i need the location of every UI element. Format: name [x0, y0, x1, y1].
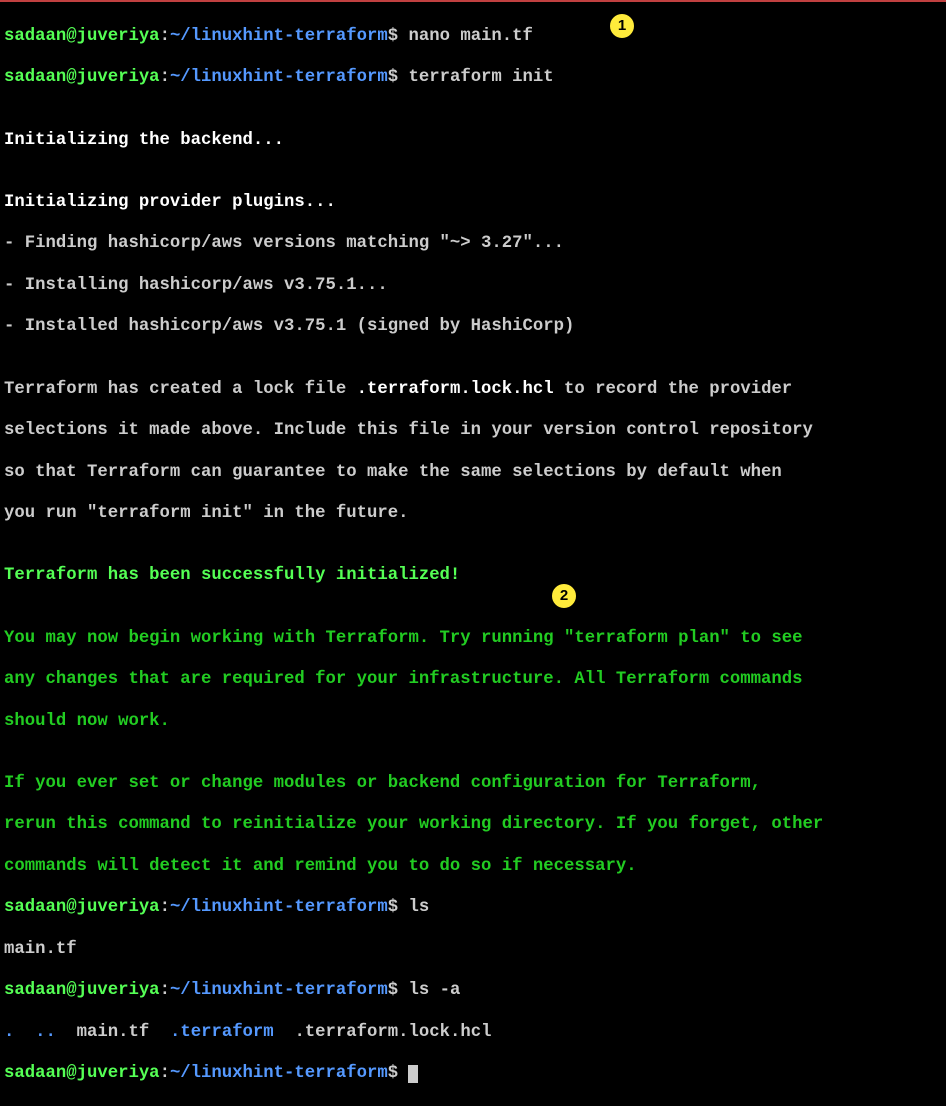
- command-terraform-init: terraform init: [408, 68, 553, 87]
- prompt-user: sadaan@juveriya: [4, 27, 160, 46]
- init-plugins-heading: Initializing provider plugins...: [4, 193, 942, 214]
- file-main-tf: main.tf: [77, 1023, 150, 1042]
- hint-line-5: rerun this command to reinitialize your …: [4, 815, 942, 836]
- prompt-line-3: sadaan@juveriya:~/linuxhint-terraform$ l…: [4, 898, 942, 919]
- prompt-path: ~/linuxhint-terraform: [170, 27, 388, 46]
- ls-a-output: . .. main.tf .terraform .terraform.lock.…: [4, 1023, 942, 1044]
- cursor[interactable]: [408, 1065, 418, 1083]
- output-lockfile-1: Terraform has created a lock file .terra…: [4, 380, 942, 401]
- prompt-line-2: sadaan@juveriya:~/linuxhint-terraform$ t…: [4, 68, 942, 89]
- hint-line-6: commands will detect it and remind you t…: [4, 857, 942, 878]
- command-ls-a: ls -a: [408, 981, 460, 1000]
- file-lock-hcl: .terraform.lock.hcl: [294, 1023, 491, 1042]
- terminal-output[interactable]: sadaan@juveriya:~/linuxhint-terraform$ n…: [4, 6, 942, 1106]
- dir-terraform: .terraform: [170, 1023, 274, 1042]
- command-nano: nano main.tf: [408, 27, 532, 46]
- hint-line-2: any changes that are required for your i…: [4, 670, 942, 691]
- output-lockfile-4: you run "terraform init" in the future.: [4, 504, 942, 525]
- prompt-line-5: sadaan@juveriya:~/linuxhint-terraform$: [4, 1064, 942, 1085]
- output-installing: - Installing hashicorp/aws v3.75.1...: [4, 276, 942, 297]
- prompt-line-1: sadaan@juveriya:~/linuxhint-terraform$ n…: [4, 27, 942, 48]
- dir-dot: .: [4, 1023, 14, 1042]
- ls-output: main.tf: [4, 940, 942, 961]
- output-installed: - Installed hashicorp/aws v3.75.1 (signe…: [4, 317, 942, 338]
- annotation-badge-2: 2: [550, 582, 578, 610]
- output-finding: - Finding hashicorp/aws versions matchin…: [4, 234, 942, 255]
- prompt-line-4: sadaan@juveriya:~/linuxhint-terraform$ l…: [4, 981, 942, 1002]
- output-lockfile-3: so that Terraform can guarantee to make …: [4, 463, 942, 484]
- annotation-badge-1: 1: [608, 12, 636, 40]
- init-backend-heading: Initializing the backend...: [4, 131, 942, 152]
- output-lockfile-2: selections it made above. Include this f…: [4, 421, 942, 442]
- hint-line-4: If you ever set or change modules or bac…: [4, 774, 942, 795]
- dir-dotdot: ..: [35, 1023, 56, 1042]
- command-ls: ls: [408, 898, 429, 917]
- hint-line-1: You may now begin working with Terraform…: [4, 629, 942, 650]
- success-message: Terraform has been successfully initiali…: [4, 566, 942, 587]
- hint-line-3: should now work.: [4, 712, 942, 733]
